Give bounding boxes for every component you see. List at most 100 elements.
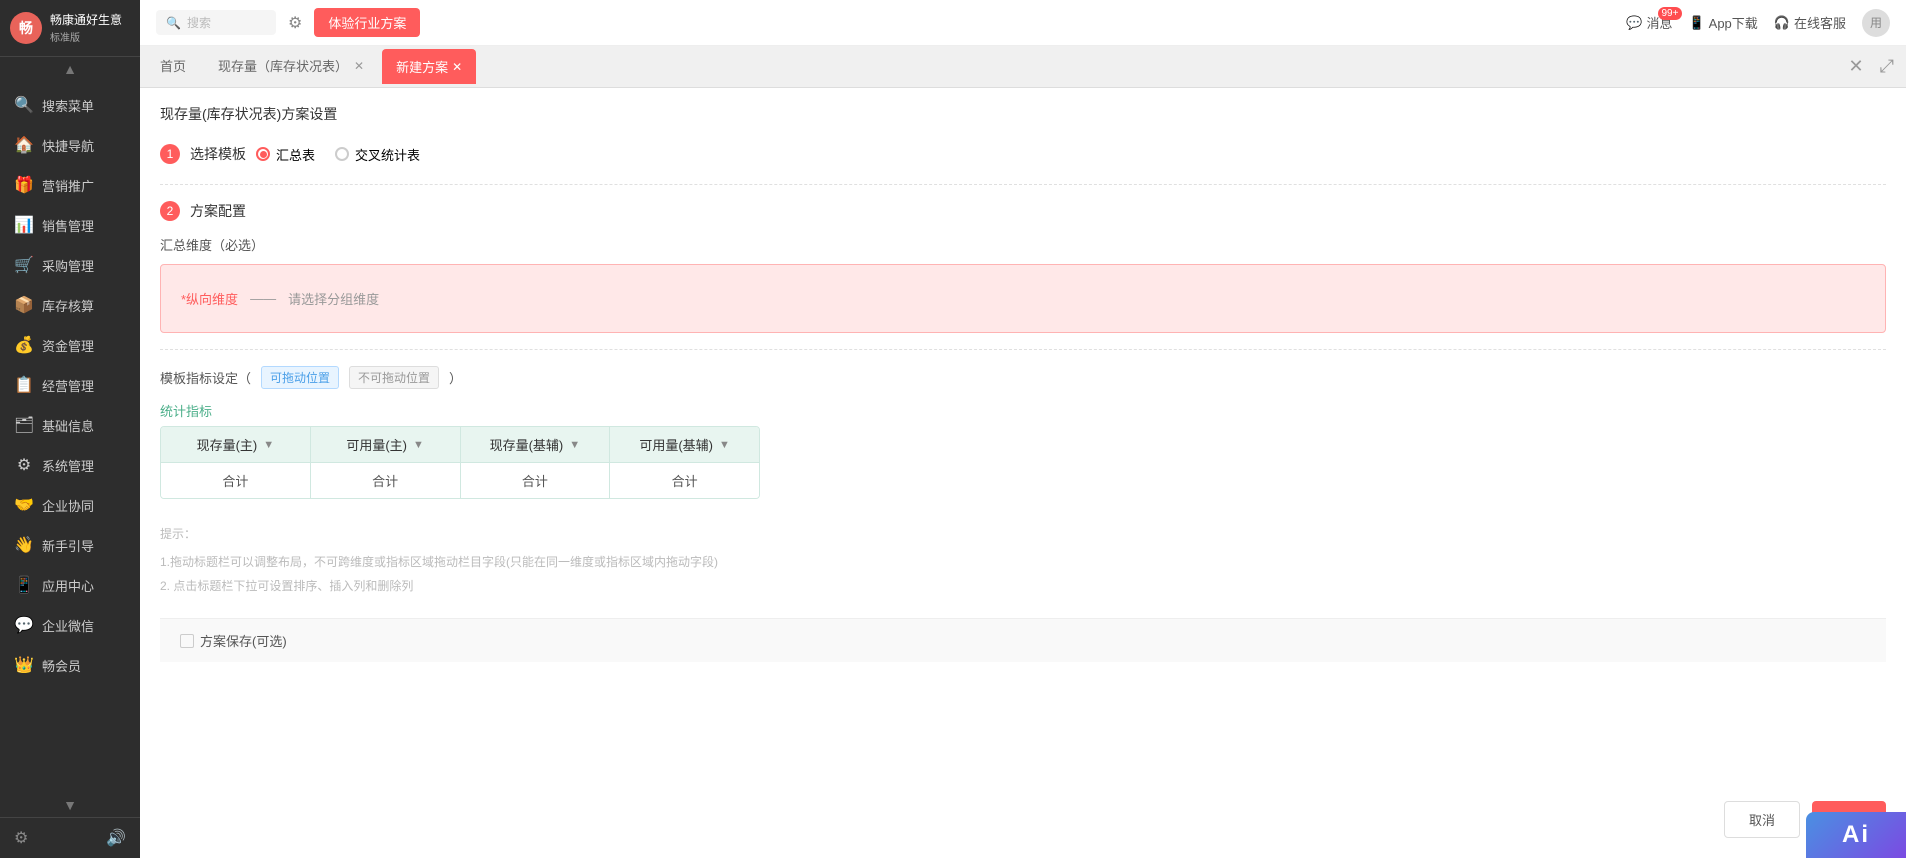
tab-home[interactable]: 首页	[144, 46, 202, 87]
user-avatar[interactable]: 用	[1862, 9, 1890, 37]
divider2	[160, 349, 1886, 350]
sidebar-item-basic-info[interactable]: 🗂 基础信息	[0, 405, 140, 445]
tab-new-plan-close[interactable]: ✕	[452, 60, 462, 74]
section2-header: 2 方案配置	[160, 201, 1886, 221]
speaker-footer-icon[interactable]: 🔊	[106, 828, 126, 848]
sidebar-item-label: 畅会员	[42, 656, 81, 675]
tab-new-plan[interactable]: 新建方案 ✕	[382, 49, 476, 84]
sidebar-item-wechat[interactable]: 💬 企业微信	[0, 605, 140, 645]
customer-service-btn[interactable]: 🎧 在线客服	[1774, 13, 1846, 32]
sidebar-item-label: 应用中心	[42, 576, 94, 595]
indicator-settings: 模板指标设定（ 可拖动位置 不可拖动位置 ） 统计指标 现存量(主) ▼	[160, 366, 1886, 598]
headset-icon: 🎧	[1774, 15, 1790, 31]
save-option[interactable]: 方案保存(可选)	[180, 631, 287, 650]
folder-icon: 🗂	[14, 415, 34, 435]
topbar-search[interactable]: 🔍 搜索	[156, 10, 276, 35]
template-options: 汇总表 交叉统计表	[256, 145, 420, 164]
stats-table-row: 合计 合计 合计 合计	[161, 462, 759, 498]
cancel-button[interactable]: 取消	[1724, 801, 1800, 838]
messages-btn[interactable]: 💬 消息 99+	[1626, 13, 1672, 32]
stats-table: 现存量(主) ▼ 可用量(主) ▼ 现存量(基辅) ▼	[160, 426, 760, 499]
chat-icon: 💬	[14, 615, 34, 635]
home-icon: 🏠	[14, 135, 34, 155]
section1-title: 选择模板	[190, 144, 246, 164]
stats-label: 统计指标	[160, 401, 1886, 420]
handshake-icon: 🤝	[14, 495, 34, 515]
settings-footer-icon[interactable]: ⚙	[14, 828, 28, 848]
tab-inventory-status[interactable]: 现存量（库存状况表） ✕	[202, 46, 380, 87]
cart-icon: 🛒	[14, 255, 34, 275]
dimension-box[interactable]: *纵向维度 —— 请选择分组维度	[160, 264, 1886, 333]
option-summary-label: 汇总表	[276, 145, 315, 164]
sidebar-item-system[interactable]: ⚙ 系统管理	[0, 445, 140, 485]
sidebar-item-label: 基础信息	[42, 416, 94, 435]
sidebar-item-agreement[interactable]: 🤝 企业协同	[0, 485, 140, 525]
option-cross[interactable]: 交叉统计表	[335, 145, 420, 164]
chevron-down-icon-1: ▼	[413, 439, 424, 451]
tip-item-0: 1.拖动标题栏可以调整布局，不可跨维度或指标区域拖动栏目字段(只能在同一维度或指…	[160, 550, 1886, 574]
sidebar-item-member[interactable]: 👑 畅会员	[0, 645, 140, 685]
tab-inventory-status-close[interactable]: ✕	[354, 59, 364, 73]
section1-header: 1 选择模板 汇总表 交叉统计表	[160, 144, 1886, 164]
sidebar-item-operation[interactable]: 📋 经营管理	[0, 365, 140, 405]
gear-icon: ⚙	[14, 455, 34, 475]
stats-col-header-0[interactable]: 现存量(主) ▼	[161, 427, 311, 462]
sidebar-item-label: 快捷导航	[42, 136, 94, 155]
wave-icon: 👋	[14, 535, 34, 555]
option-summary[interactable]: 汇总表	[256, 145, 315, 164]
sidebar-item-inventory[interactable]: 📦 库存核算	[0, 285, 140, 325]
trial-btn[interactable]: 体验行业方案	[314, 8, 420, 37]
panel-close-btn[interactable]: ✕	[1841, 56, 1872, 77]
sidebar-item-finance[interactable]: 💰 资金管理	[0, 325, 140, 365]
gift-icon: 🎁	[14, 175, 34, 195]
panel-expand-btn[interactable]: ⤢	[1872, 56, 1902, 77]
sidebar-scroll-up[interactable]: ▲	[0, 57, 140, 81]
sidebar-nav: 🔍 搜索菜单 🏠 快捷导航 🎁 营销推广 📊 销售管理 🛒 采购管理 📦 库存核…	[0, 81, 140, 793]
indicator-movable-badge: 可拖动位置	[261, 366, 339, 389]
sidebar-item-search-menu[interactable]: 🔍 搜索菜单	[0, 85, 140, 125]
stats-col-cell-2: 合计	[461, 463, 611, 498]
section2-num: 2	[160, 201, 180, 221]
sidebar-item-app-center[interactable]: 📱 应用中心	[0, 565, 140, 605]
sidebar-item-label: 资金管理	[42, 336, 94, 355]
sidebar-item-sales[interactable]: 📊 销售管理	[0, 205, 140, 245]
sidebar-logo: 畅 畅康通好生意 标准版	[0, 0, 140, 57]
sidebar-item-label: 搜索菜单	[42, 96, 94, 115]
radio-cross-circle	[335, 147, 349, 161]
ai-label: Ai	[1842, 821, 1870, 849]
option-cross-label: 交叉统计表	[355, 145, 420, 164]
section2-title: 方案配置	[190, 201, 246, 221]
divider1	[160, 184, 1886, 185]
mobile-icon: 📱	[14, 575, 34, 595]
dimension-placeholder: 请选择分组维度	[288, 289, 379, 308]
clipboard-icon: 📋	[14, 375, 34, 395]
stats-col-cell-0: 合计	[161, 463, 311, 498]
messages-badge: 99+	[1658, 7, 1683, 20]
app-download-btn[interactable]: 📱 App下载	[1688, 13, 1757, 32]
sidebar-scroll-down[interactable]: ▼	[0, 793, 140, 817]
chevron-down-icon-3: ▼	[719, 439, 730, 451]
main-area: 🔍 搜索 ⚙ 体验行业方案 💬 消息 99+ 📱 App下载 🎧 在线客服 用	[140, 0, 1906, 858]
sidebar-item-newbie[interactable]: 👋 新手引导	[0, 525, 140, 565]
topbar-settings-icon[interactable]: ⚙	[288, 13, 302, 33]
stats-col-2-label: 现存量(基辅)	[490, 435, 564, 454]
ai-badge[interactable]: Ai	[1806, 812, 1906, 858]
sidebar-item-quick-nav[interactable]: 🏠 快捷导航	[0, 125, 140, 165]
stats-col-header-2[interactable]: 现存量(基辅) ▼	[461, 427, 611, 462]
sidebar-item-label: 系统管理	[42, 456, 94, 475]
sidebar-item-purchase[interactable]: 🛒 采购管理	[0, 245, 140, 285]
stats-col-cell-1: 合计	[311, 463, 461, 498]
money-icon: 💰	[14, 335, 34, 355]
topbar-right: 💬 消息 99+ 📱 App下载 🎧 在线客服 用	[1626, 9, 1890, 37]
stats-col-header-3[interactable]: 可用量(基辅) ▼	[610, 427, 759, 462]
save-checkbox[interactable]	[180, 634, 194, 648]
stats-col-header-1[interactable]: 可用量(主) ▼	[311, 427, 461, 462]
stats-col-0-label: 现存量(主)	[197, 435, 258, 454]
app-logo-icon: 畅	[10, 12, 42, 44]
chevron-down-icon-2: ▼	[569, 439, 580, 451]
sidebar-item-label: 经营管理	[42, 376, 94, 395]
indicator-fixed-badge: 不可拖动位置	[349, 366, 439, 389]
sidebar-item-marketing[interactable]: 🎁 营销推广	[0, 165, 140, 205]
crown-icon: 👑	[14, 655, 34, 675]
content-footer: 方案保存(可选)	[160, 618, 1886, 662]
